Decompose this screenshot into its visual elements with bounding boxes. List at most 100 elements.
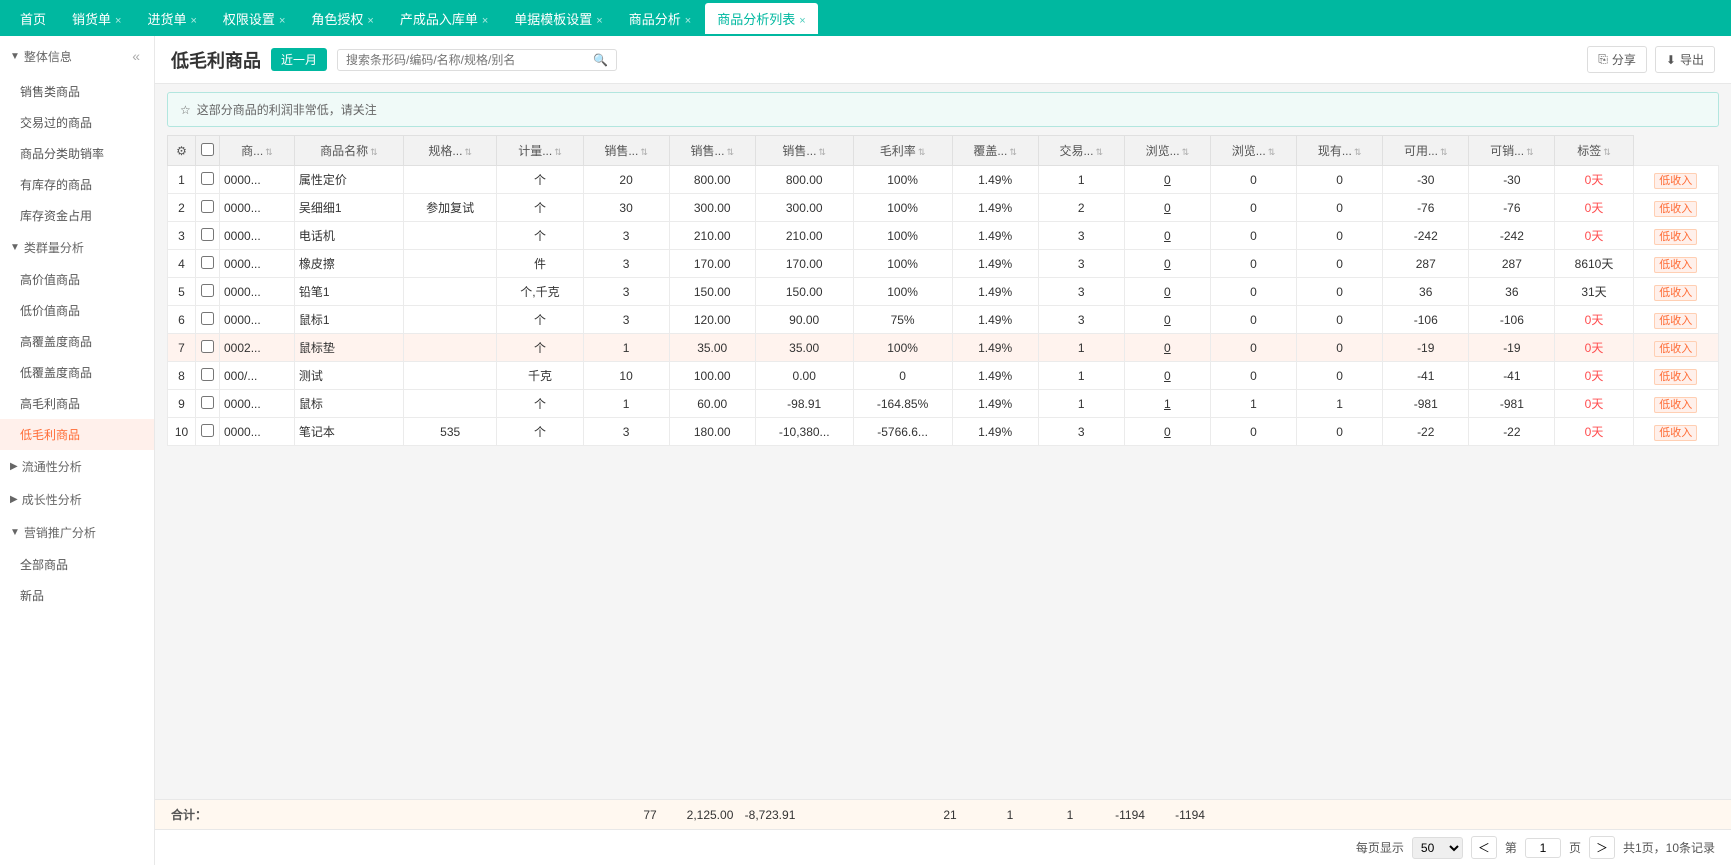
row-select-checkbox[interactable] bbox=[201, 228, 214, 241]
sidebar-item-new-goods[interactable]: 新品 bbox=[0, 580, 154, 611]
row-checkbox[interactable] bbox=[196, 166, 220, 194]
row-name: 吴细细1 bbox=[294, 194, 403, 222]
collapse-icon[interactable]: « bbox=[128, 44, 144, 68]
col-trade[interactable]: 交易...⇅ bbox=[1038, 136, 1124, 166]
close-icon[interactable]: × bbox=[482, 15, 488, 27]
nav-permission[interactable]: 权限设置× bbox=[211, 3, 297, 34]
col-gross-rate[interactable]: 毛利率⇅ bbox=[853, 136, 952, 166]
search-box[interactable]: 🔍 bbox=[337, 49, 617, 71]
sidebar-item-category-rate[interactable]: 商品分类助销率 bbox=[0, 138, 154, 169]
row-checkbox[interactable] bbox=[196, 362, 220, 390]
sidebar-group-cluster[interactable]: ▼ 类群量分析 bbox=[0, 231, 154, 264]
trade-link[interactable]: 1 bbox=[1164, 397, 1171, 411]
select-all-checkbox[interactable] bbox=[201, 143, 214, 156]
row-checkbox[interactable] bbox=[196, 306, 220, 334]
trade-link[interactable]: 0 bbox=[1164, 285, 1171, 299]
page-size-select[interactable]: 50 100 200 bbox=[1412, 837, 1463, 859]
trade-link[interactable]: 0 bbox=[1164, 173, 1171, 187]
col-saleable-days[interactable]: 可销...⇅ bbox=[1469, 136, 1555, 166]
col-sales-qty[interactable]: 销售...⇅ bbox=[583, 136, 669, 166]
prev-page-button[interactable]: ＜ bbox=[1471, 836, 1497, 859]
nav-product-analysis-list[interactable]: 商品分析列表× bbox=[705, 3, 817, 34]
share-button[interactable]: ⎘ 分享 bbox=[1587, 46, 1647, 73]
sidebar-item-in-stock[interactable]: 有库存的商品 bbox=[0, 169, 154, 200]
row-cover: 3 bbox=[1038, 278, 1124, 306]
row-select-checkbox[interactable] bbox=[201, 256, 214, 269]
col-coverage[interactable]: 覆盖...⇅ bbox=[952, 136, 1038, 166]
close-icon[interactable]: × bbox=[596, 15, 602, 27]
row-checkbox[interactable] bbox=[196, 278, 220, 306]
col-code[interactable]: 商...⇅ bbox=[220, 136, 295, 166]
sidebar-item-high-margin[interactable]: 高毛利商品 bbox=[0, 388, 154, 419]
search-icon[interactable]: 🔍 bbox=[593, 53, 608, 67]
sidebar-item-sales-goods[interactable]: 销售类商品 bbox=[0, 76, 154, 107]
next-page-button[interactable]: ＞ bbox=[1589, 836, 1615, 859]
nav-home[interactable]: 首页 bbox=[8, 3, 58, 34]
row-select-checkbox[interactable] bbox=[201, 172, 214, 185]
row-checkbox[interactable] bbox=[196, 390, 220, 418]
sidebar-item-low-value[interactable]: 低价值商品 bbox=[0, 295, 154, 326]
nav-sales[interactable]: 销货单× bbox=[60, 3, 133, 34]
page-number-input[interactable] bbox=[1525, 838, 1561, 858]
row-select-checkbox[interactable] bbox=[201, 340, 214, 353]
sidebar-group-overview[interactable]: ▼ 整体信息 « bbox=[0, 36, 154, 76]
row-browse2: 0 bbox=[1297, 278, 1383, 306]
row-select-checkbox[interactable] bbox=[201, 200, 214, 213]
close-icon[interactable]: × bbox=[367, 15, 373, 27]
nav-template[interactable]: 单据模板设置× bbox=[502, 3, 614, 34]
col-available-stock[interactable]: 可用...⇅ bbox=[1383, 136, 1469, 166]
col-browse1[interactable]: 浏览...⇅ bbox=[1124, 136, 1210, 166]
row-select-checkbox[interactable] bbox=[201, 424, 214, 437]
row-checkbox[interactable] bbox=[196, 222, 220, 250]
nav-purchase[interactable]: 进货单× bbox=[135, 3, 208, 34]
close-icon[interactable]: × bbox=[190, 15, 196, 27]
nav-product-analysis[interactable]: 商品分析× bbox=[617, 3, 703, 34]
trade-link[interactable]: 0 bbox=[1164, 341, 1171, 355]
col-sales-profit[interactable]: 销售...⇅ bbox=[755, 136, 853, 166]
trade-link[interactable]: 0 bbox=[1164, 257, 1171, 271]
trade-link[interactable]: 0 bbox=[1164, 425, 1171, 439]
sidebar-item-low-margin[interactable]: 低毛利商品 bbox=[0, 419, 154, 450]
row-checkbox[interactable] bbox=[196, 418, 220, 446]
sidebar-item-high-coverage[interactable]: 高覆盖度商品 bbox=[0, 326, 154, 357]
sidebar-item-high-value[interactable]: 高价值商品 bbox=[0, 264, 154, 295]
trade-link[interactable]: 0 bbox=[1164, 369, 1171, 383]
trade-link[interactable]: 0 bbox=[1164, 201, 1171, 215]
close-icon[interactable]: × bbox=[685, 15, 691, 27]
sidebar-group-marketing[interactable]: ▼ 营销推广分析 bbox=[0, 516, 154, 549]
col-name[interactable]: 商品名称⇅ bbox=[294, 136, 403, 166]
close-icon[interactable]: × bbox=[115, 15, 121, 27]
col-settings[interactable]: ⚙ bbox=[168, 136, 196, 166]
row-checkbox[interactable] bbox=[196, 194, 220, 222]
row-select-checkbox[interactable] bbox=[201, 284, 214, 297]
sidebar-group-growth[interactable]: ▶ 成长性分析 bbox=[0, 483, 154, 516]
sidebar-item-traded-goods[interactable]: 交易过的商品 bbox=[0, 107, 154, 138]
time-filter-button[interactable]: 近一月 bbox=[271, 48, 327, 71]
row-checkbox[interactable] bbox=[196, 334, 220, 362]
sidebar-group-flow[interactable]: ▶ 流通性分析 bbox=[0, 450, 154, 483]
sidebar-item-low-coverage[interactable]: 低覆盖度商品 bbox=[0, 357, 154, 388]
export-button[interactable]: ⬇ 导出 bbox=[1655, 46, 1715, 73]
row-checkbox[interactable] bbox=[196, 250, 220, 278]
trade-link[interactable]: 0 bbox=[1164, 229, 1171, 243]
sidebar-item-all-goods[interactable]: 全部商品 bbox=[0, 549, 154, 580]
row-select-checkbox[interactable] bbox=[201, 312, 214, 325]
close-icon[interactable]: × bbox=[279, 15, 285, 27]
nav-role[interactable]: 角色授权× bbox=[299, 3, 385, 34]
col-browse2[interactable]: 浏览...⇅ bbox=[1210, 136, 1296, 166]
col-current-stock[interactable]: 现有...⇅ bbox=[1297, 136, 1383, 166]
close-icon[interactable]: × bbox=[799, 15, 805, 27]
col-tag[interactable]: 标签⇅ bbox=[1555, 136, 1633, 166]
col-sales-amt[interactable]: 销售...⇅ bbox=[669, 136, 755, 166]
col-unit[interactable]: 计量...⇅ bbox=[497, 136, 583, 166]
trade-link[interactable]: 0 bbox=[1164, 313, 1171, 327]
row-select-checkbox[interactable] bbox=[201, 396, 214, 409]
col-spec[interactable]: 规格...⇅ bbox=[403, 136, 496, 166]
sidebar-item-capital[interactable]: 库存资金占用 bbox=[0, 200, 154, 231]
row-saleable: 0天 bbox=[1555, 306, 1633, 334]
row-select-checkbox[interactable] bbox=[201, 368, 214, 381]
col-checkbox[interactable] bbox=[196, 136, 220, 166]
search-input[interactable] bbox=[346, 53, 593, 67]
row-sales2: 150.00 bbox=[755, 278, 853, 306]
nav-product-entry[interactable]: 产成品入库单× bbox=[388, 3, 500, 34]
